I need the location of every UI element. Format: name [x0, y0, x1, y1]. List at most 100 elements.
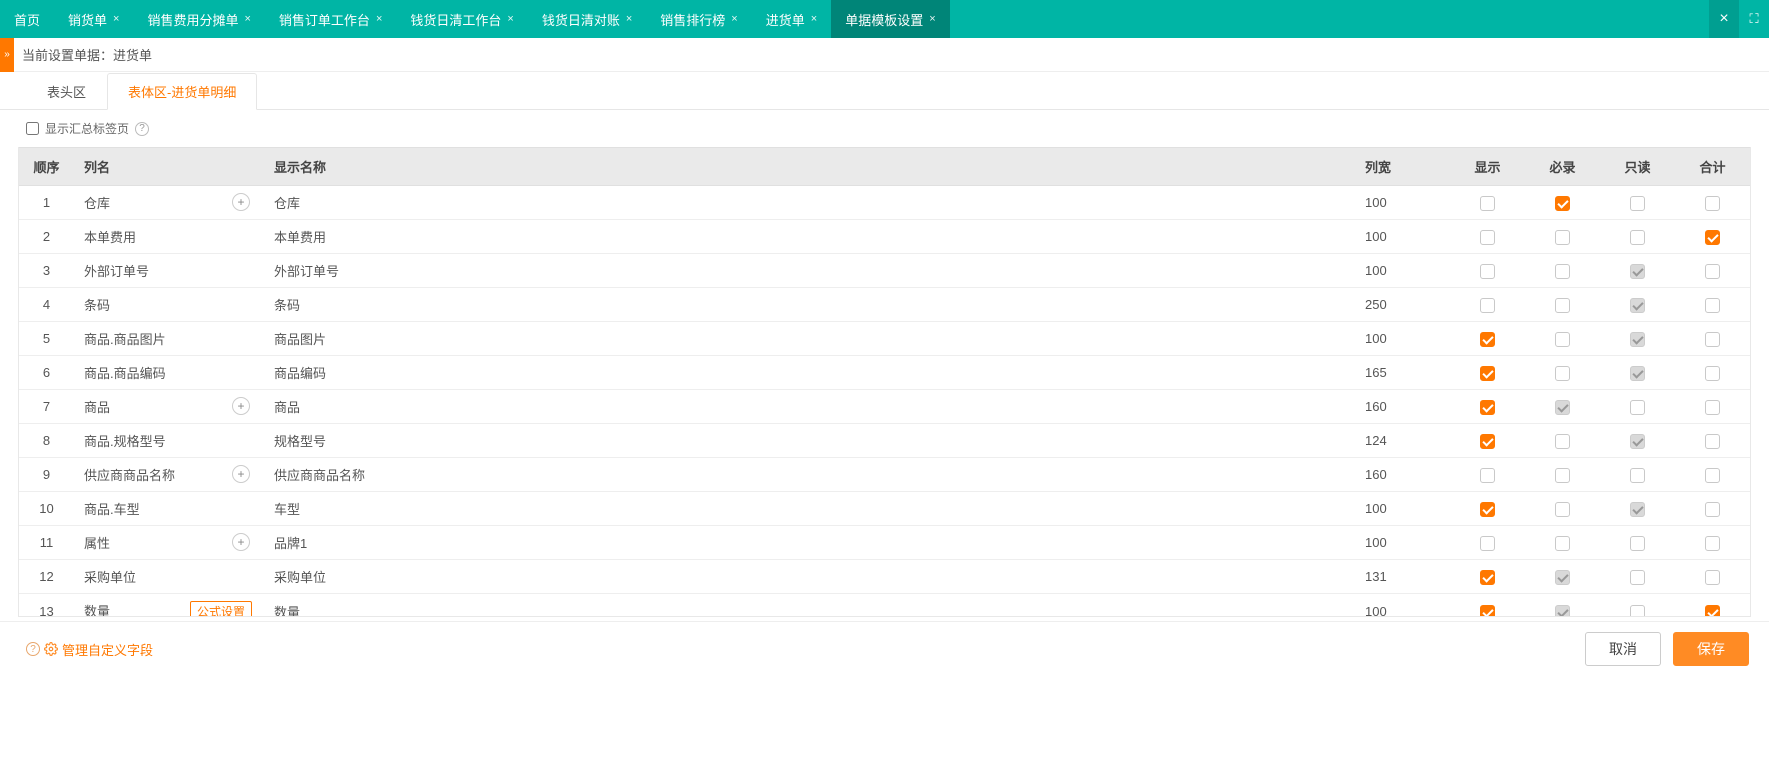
cell-display-name[interactable]: 数量: [264, 594, 1355, 618]
table-row[interactable]: 9供应商商品名称+供应商商品名称160: [19, 458, 1750, 492]
checkbox[interactable]: [1555, 468, 1570, 483]
checkbox[interactable]: [1630, 230, 1645, 245]
nav-tab[interactable]: 销售订单工作台×: [265, 0, 396, 38]
checkbox[interactable]: [1480, 298, 1495, 313]
table-row[interactable]: 2本单费用本单费用100: [19, 220, 1750, 254]
checkbox[interactable]: [1555, 298, 1570, 313]
checkbox[interactable]: [1480, 230, 1495, 245]
table-row[interactable]: 3外部订单号外部订单号100: [19, 254, 1750, 288]
checkbox[interactable]: [1555, 434, 1570, 449]
checkbox[interactable]: [1555, 502, 1570, 517]
nav-tab[interactable]: 销售排行榜×: [646, 0, 751, 38]
cell-display-name[interactable]: 车型: [264, 492, 1355, 526]
checkbox[interactable]: [1555, 536, 1570, 551]
checkbox[interactable]: [1705, 298, 1720, 313]
cell-display-name[interactable]: 品牌1: [264, 526, 1355, 560]
cell-display-name[interactable]: 条码: [264, 288, 1355, 322]
checkbox[interactable]: [1555, 332, 1570, 347]
table-row[interactable]: 8商品.规格型号规格型号124: [19, 424, 1750, 458]
checkbox[interactable]: [1705, 332, 1720, 347]
checkbox[interactable]: [1705, 434, 1720, 449]
close-icon[interactable]: ×: [626, 13, 632, 25]
cell-width[interactable]: 124: [1355, 424, 1450, 458]
fullscreen-button[interactable]: ⛶: [1739, 0, 1769, 38]
nav-tab[interactable]: 销货单×: [54, 0, 133, 38]
checkbox[interactable]: [1705, 366, 1720, 381]
add-icon[interactable]: +: [232, 193, 250, 211]
close-icon[interactable]: ×: [244, 13, 250, 25]
add-icon[interactable]: +: [232, 397, 250, 415]
checkbox[interactable]: [1555, 230, 1570, 245]
cell-width[interactable]: 100: [1355, 322, 1450, 356]
cell-display-name[interactable]: 商品: [264, 390, 1355, 424]
help-icon[interactable]: ?: [135, 122, 149, 136]
table-row[interactable]: 13数量公式设置数量100: [19, 594, 1750, 618]
table-row[interactable]: 1仓库+仓库100: [19, 186, 1750, 220]
checkbox[interactable]: [1480, 332, 1495, 347]
checkbox[interactable]: [1705, 400, 1720, 415]
checkbox[interactable]: [1705, 264, 1720, 279]
expand-handle[interactable]: »: [0, 38, 14, 72]
cell-width[interactable]: 100: [1355, 254, 1450, 288]
checkbox[interactable]: [1555, 264, 1570, 279]
checkbox[interactable]: [1480, 502, 1495, 517]
formula-settings-button[interactable]: 公式设置: [190, 601, 252, 617]
checkbox[interactable]: [1630, 570, 1645, 585]
nav-tab[interactable]: 销售费用分摊单×: [133, 0, 264, 38]
checkbox[interactable]: [1630, 605, 1645, 617]
cell-width[interactable]: 160: [1355, 390, 1450, 424]
cell-width[interactable]: 100: [1355, 220, 1450, 254]
cell-width[interactable]: 131: [1355, 560, 1450, 594]
cell-width[interactable]: 100: [1355, 492, 1450, 526]
checkbox[interactable]: [1480, 196, 1495, 211]
checkbox[interactable]: [1705, 605, 1720, 617]
cell-width[interactable]: 100: [1355, 526, 1450, 560]
checkbox[interactable]: [1630, 196, 1645, 211]
table-scroll[interactable]: 顺序 列名 显示名称 列宽 显示 必录 只读 合计 1仓库+仓库1002本单费用…: [18, 147, 1751, 617]
add-icon[interactable]: +: [232, 465, 250, 483]
help-icon[interactable]: ?: [26, 642, 40, 656]
checkbox[interactable]: [1705, 468, 1720, 483]
table-row[interactable]: 6商品.商品编码商品编码165: [19, 356, 1750, 390]
save-button[interactable]: 保存: [1673, 632, 1749, 666]
tab-body-detail[interactable]: 表体区-进货单明细: [107, 73, 257, 110]
manage-custom-fields-link[interactable]: 管理自定义字段: [62, 640, 153, 659]
nav-tab[interactable]: 首页: [0, 0, 54, 38]
table-row[interactable]: 7商品+商品160: [19, 390, 1750, 424]
nav-tab[interactable]: 进货单×: [752, 0, 831, 38]
checkbox[interactable]: [1555, 196, 1570, 211]
close-icon[interactable]: ×: [113, 13, 119, 25]
cell-width[interactable]: 100: [1355, 594, 1450, 618]
checkbox[interactable]: [1480, 400, 1495, 415]
cell-display-name[interactable]: 供应商商品名称: [264, 458, 1355, 492]
checkbox[interactable]: [1705, 570, 1720, 585]
checkbox[interactable]: [1480, 366, 1495, 381]
checkbox[interactable]: [1630, 536, 1645, 551]
checkbox[interactable]: [1630, 400, 1645, 415]
cell-display-name[interactable]: 外部订单号: [264, 254, 1355, 288]
table-row[interactable]: 5商品.商品图片商品图片100: [19, 322, 1750, 356]
cell-width[interactable]: 100: [1355, 186, 1450, 220]
checkbox[interactable]: [1480, 605, 1495, 617]
table-row[interactable]: 11属性+品牌1100: [19, 526, 1750, 560]
close-icon[interactable]: ×: [731, 13, 737, 25]
checkbox[interactable]: [1705, 536, 1720, 551]
close-all-button[interactable]: ×: [1709, 0, 1739, 38]
cell-width[interactable]: 160: [1355, 458, 1450, 492]
cell-display-name[interactable]: 商品图片: [264, 322, 1355, 356]
cell-display-name[interactable]: 采购单位: [264, 560, 1355, 594]
checkbox[interactable]: [1705, 502, 1720, 517]
checkbox[interactable]: [1480, 570, 1495, 585]
checkbox[interactable]: [1480, 536, 1495, 551]
checkbox[interactable]: [1480, 434, 1495, 449]
tab-header-area[interactable]: 表头区: [26, 73, 107, 109]
table-row[interactable]: 4条码条码250: [19, 288, 1750, 322]
cell-width[interactable]: 250: [1355, 288, 1450, 322]
show-summary-checkbox[interactable]: [26, 122, 39, 135]
nav-tab[interactable]: 钱货日清对账×: [528, 0, 646, 38]
checkbox[interactable]: [1555, 366, 1570, 381]
cell-display-name[interactable]: 商品编码: [264, 356, 1355, 390]
table-row[interactable]: 12采购单位采购单位131: [19, 560, 1750, 594]
nav-tab[interactable]: 钱货日清工作台×: [396, 0, 527, 38]
close-icon[interactable]: ×: [376, 13, 382, 25]
